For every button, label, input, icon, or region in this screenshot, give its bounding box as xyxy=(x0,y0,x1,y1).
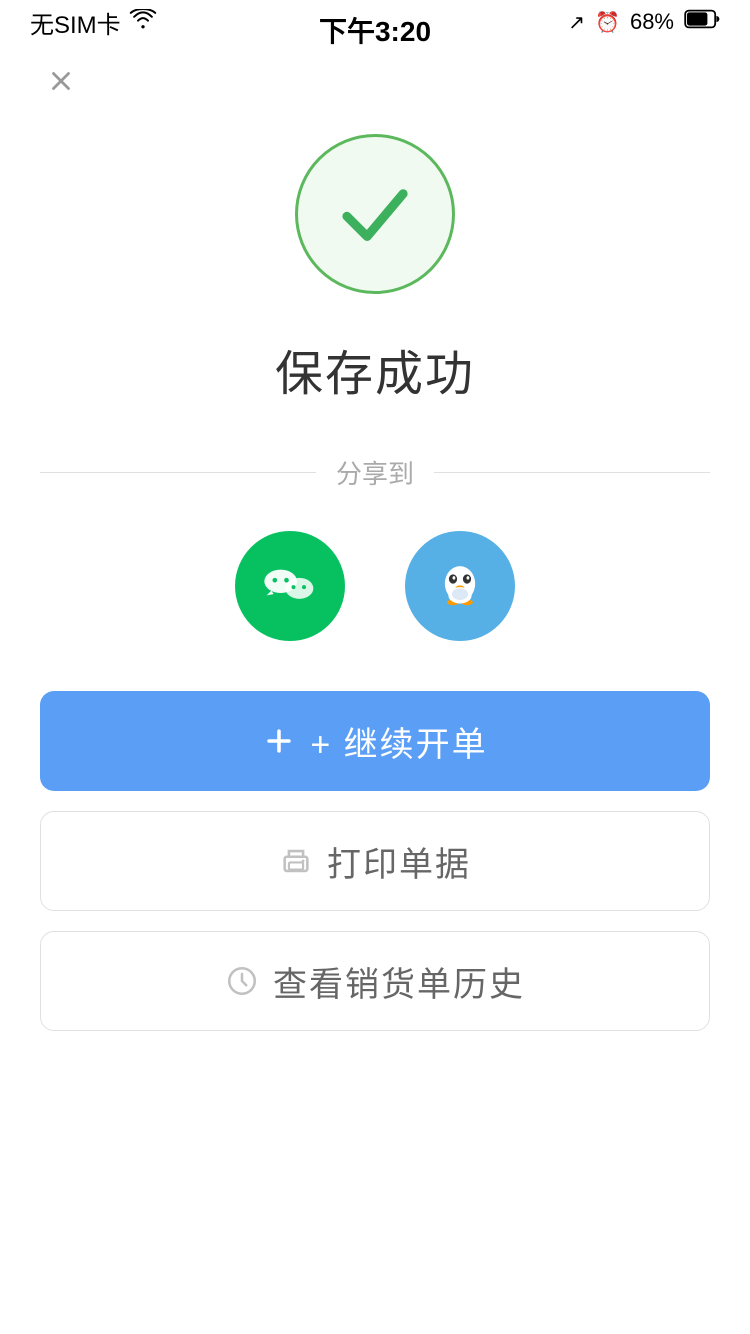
battery-text: 68% xyxy=(630,9,674,35)
button-section: + 继续开单 打印单据 查看销货单历史 xyxy=(0,691,750,1031)
qq-share-button[interactable] xyxy=(405,531,515,641)
history-icon xyxy=(225,964,259,998)
checkmark-icon xyxy=(330,169,420,259)
share-label: 分享到 xyxy=(316,454,434,491)
status-left: 无SIM卡 xyxy=(30,5,157,40)
plus-icon xyxy=(262,724,296,758)
continue-button[interactable]: + 继续开单 xyxy=(40,691,710,791)
success-circle xyxy=(295,134,455,294)
main-content: 保存成功 分享到 xyxy=(0,44,750,1031)
wechat-icon xyxy=(255,551,325,621)
continue-label: + 继续开单 xyxy=(310,717,487,766)
carrier-text: 无SIM卡 xyxy=(30,5,121,40)
share-divider: 分享到 xyxy=(0,454,750,491)
status-bar: 无SIM卡 下午3:20 ↗ ⏰ 68% xyxy=(0,0,750,44)
status-time: 下午3:20 xyxy=(319,10,431,50)
location-icon: ↗ xyxy=(568,10,585,35)
status-right: ↗ ⏰ 68% xyxy=(568,9,720,35)
alarm-icon: ⏰ xyxy=(595,10,620,35)
wechat-share-button[interactable] xyxy=(235,531,345,641)
success-title: 保存成功 xyxy=(275,334,475,404)
print-icon xyxy=(279,844,313,878)
print-button[interactable]: 打印单据 xyxy=(40,811,710,911)
qq-icon xyxy=(425,551,495,621)
history-button[interactable]: 查看销货单历史 xyxy=(40,931,710,1031)
history-label: 查看销货单历史 xyxy=(273,957,525,1006)
close-button[interactable] xyxy=(36,56,86,106)
battery-icon xyxy=(684,9,720,35)
print-label: 打印单据 xyxy=(327,837,471,886)
wifi-icon xyxy=(129,8,157,36)
share-section: 分享到 xyxy=(0,454,750,641)
share-icons xyxy=(235,531,515,641)
